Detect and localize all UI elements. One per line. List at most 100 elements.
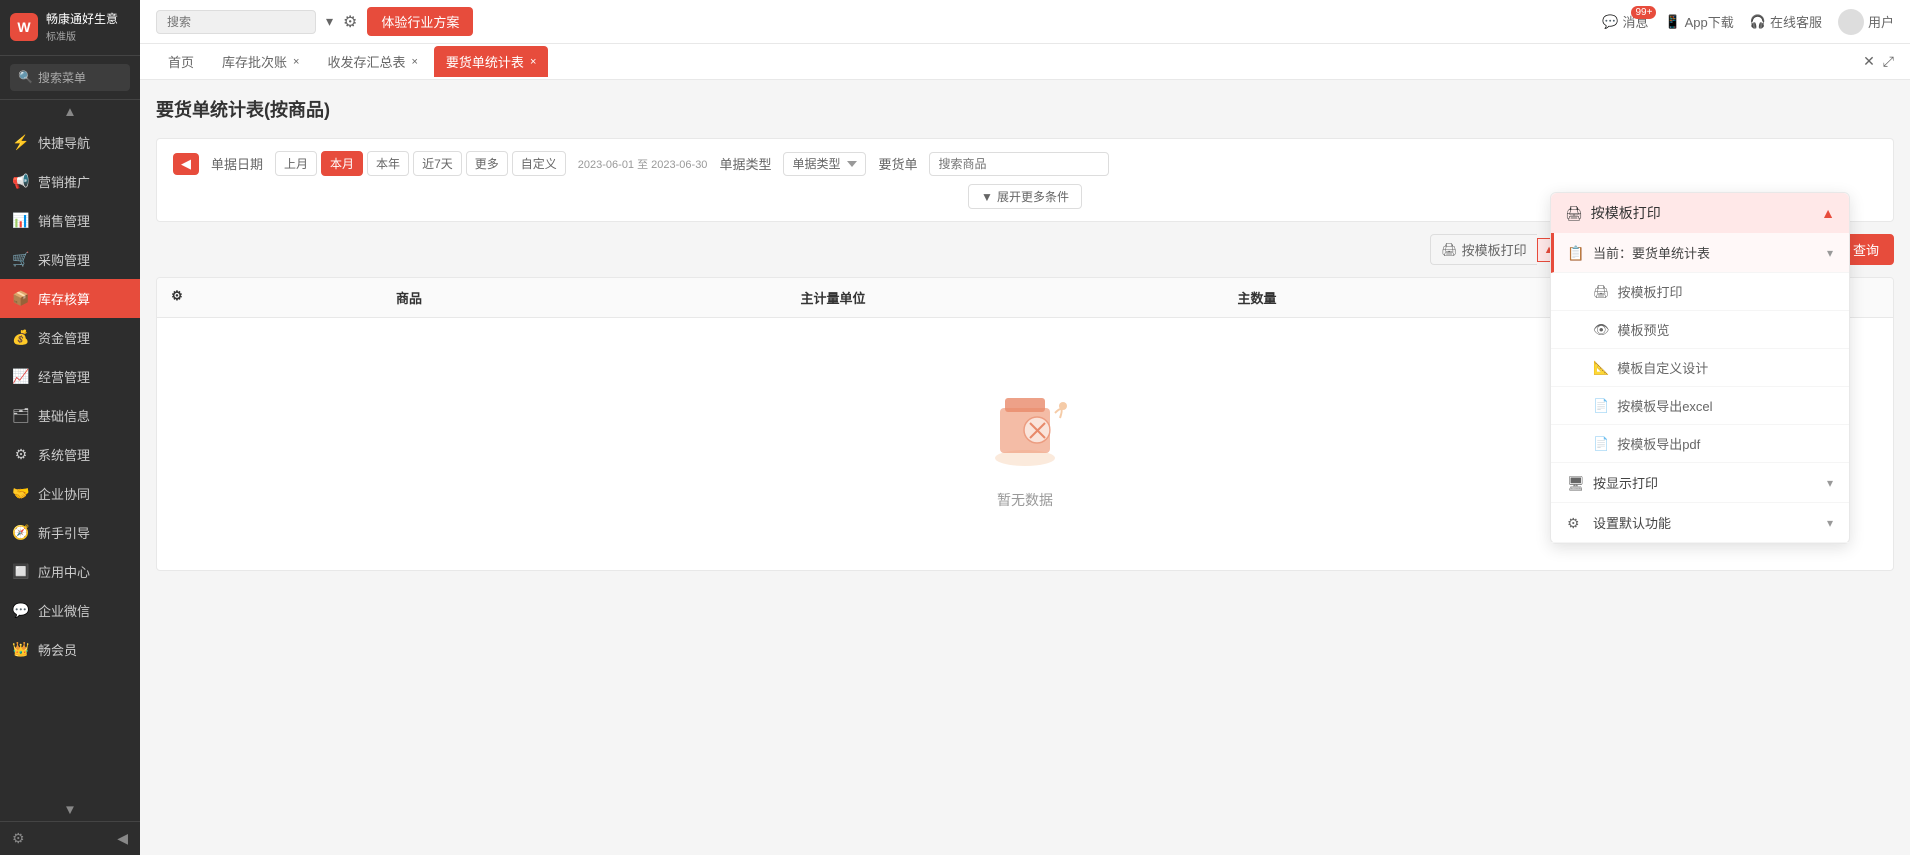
print-btn-group: 🖨 按模板打印 ▲	[1430, 234, 1561, 265]
dropdown-item-display-print[interactable]: 🖥 按显示打印 ▾	[1551, 463, 1849, 503]
sidebar-settings-button[interactable]: ⚙	[12, 830, 25, 847]
template-print-label: 按模板打印	[1618, 282, 1683, 301]
sidebar-item-purchase[interactable]: 🛒 采购管理	[0, 240, 140, 279]
sidebar-scroll-down-button[interactable]: ▼	[0, 798, 140, 821]
tab-maximize-button[interactable]: ⤢	[1883, 53, 1894, 70]
sidebar-search-button[interactable]: 🔍 搜索菜单	[10, 64, 130, 91]
trial-button[interactable]: 体验行业方案	[367, 7, 473, 36]
sidebar-item-sales[interactable]: 📊 销售管理	[0, 201, 140, 240]
date-range-text: 2023-06-01 至 2023-06-30	[578, 156, 708, 172]
dropdown-item-export-pdf[interactable]: 📄 按模板导出pdf	[1551, 425, 1849, 463]
printer-icon-dropdown: 🖨	[1565, 205, 1583, 222]
date-btn-last-month[interactable]: 上月	[275, 151, 317, 176]
display-print-label: 按显示打印	[1593, 473, 1658, 492]
sidebar-item-inventory[interactable]: 📦 库存核算	[0, 279, 140, 318]
expand-label: 展开更多条件	[997, 188, 1069, 205]
close-tab-stock-summary[interactable]: ×	[411, 56, 417, 68]
dropdown-current-item-left: 📋 当前：要货单统计表	[1567, 243, 1710, 262]
dropdown-current-item[interactable]: 📋 当前：要货单统计表 ▾	[1551, 233, 1849, 273]
filter-row-1: ◀ 单据日期 上月 本月 本年 近7天 更多 自定义 2023-06-01 至 …	[173, 151, 1877, 176]
messages-badge: 99+	[1631, 6, 1656, 19]
sidebar-search-area: 🔍 搜索菜单	[0, 56, 140, 100]
goods-input[interactable]	[929, 152, 1109, 176]
doc-type-select[interactable]: 单据类型 要货单	[783, 152, 866, 176]
sidebar-item-member[interactable]: 👑 畅会员	[0, 630, 140, 669]
tabs-bar: 首页 库存批次账 × 收发存汇总表 × 要货单统计表 × ✕ ⤢	[140, 44, 1910, 80]
quick-nav-icon: ⚡	[12, 133, 30, 151]
dropdown-item-set-default[interactable]: ⚙ 设置默认功能 ▾	[1551, 503, 1849, 543]
sidebar-item-marketing[interactable]: 📢 营销推广	[0, 162, 140, 201]
dropdown-title: 🖨 按模板打印	[1565, 203, 1661, 223]
app-download-label: App下载	[1685, 12, 1734, 31]
phone-icon: 📱	[1664, 14, 1680, 30]
date-btn-this-year[interactable]: 本年	[367, 151, 409, 176]
dropdown-item-template-print[interactable]: 🖨 按模板打印	[1551, 273, 1849, 311]
sidebar-item-quick-nav[interactable]: ⚡ 快捷导航	[0, 123, 140, 162]
expand-icon: ▼	[981, 190, 993, 204]
sidebar-item-finance[interactable]: 💰 资金管理	[0, 318, 140, 357]
expand-filter-button[interactable]: ▼ 展开更多条件	[968, 184, 1082, 209]
app-name: 畅康通好生意	[46, 12, 118, 28]
tab-stock-summary[interactable]: 收发存汇总表 ×	[315, 46, 429, 77]
messages-button[interactable]: 💬 消息 99+	[1602, 12, 1648, 31]
topbar-settings-button[interactable]: ⚙	[343, 12, 357, 32]
filter-toggle-button[interactable]: ◀	[173, 153, 199, 175]
close-tab-order-stats[interactable]: ×	[530, 56, 536, 68]
tab-close-window-button[interactable]: ✕	[1863, 53, 1875, 70]
tab-inventory-batch[interactable]: 库存批次账 ×	[210, 46, 311, 77]
headset-icon: 🎧	[1750, 14, 1766, 30]
dropdown-item-template-custom[interactable]: 📐 模板自定义设计	[1551, 349, 1849, 387]
template-preview-icon: 👁	[1593, 322, 1610, 338]
tab-home[interactable]: 首页	[156, 46, 206, 77]
topbar-search-input[interactable]	[156, 10, 316, 34]
user-avatar-area[interactable]: 用户	[1838, 9, 1894, 35]
system-icon: ⚙	[12, 445, 30, 463]
tab-label: 收发存汇总表	[327, 52, 405, 71]
sidebar-item-wechat[interactable]: 💬 企业微信	[0, 591, 140, 630]
sidebar-item-basic[interactable]: 🗂 基础信息	[0, 396, 140, 435]
date-btn-custom[interactable]: 自定义	[512, 151, 566, 176]
display-print-arrow: ▾	[1827, 476, 1833, 490]
sidebar-item-guide[interactable]: 🧭 新手引导	[0, 513, 140, 552]
sidebar: W 畅康通好生意 标准版 🔍 搜索菜单 ▲ ⚡ 快捷导航 📢 营销推广 📊 销售…	[0, 0, 140, 855]
search-icon: 🔍	[18, 70, 33, 84]
th-settings[interactable]: ⚙	[157, 288, 197, 307]
dropdown-close-button[interactable]: ▲	[1821, 205, 1835, 221]
dropdown-item-template-preview[interactable]: 👁 模板预览	[1551, 311, 1849, 349]
display-print-icon: 🖥	[1567, 475, 1583, 491]
template-custom-icon: 📐	[1593, 360, 1609, 376]
message-icon: 💬	[1602, 14, 1618, 30]
app-version: 标准版	[46, 28, 118, 43]
content-area: 要货单统计表(按商品) ◀ 单据日期 上月 本月 本年 近7天 更多 自定义 2…	[140, 80, 1910, 855]
print-dropdown-panel: 🖨 按模板打印 ▲ 📋 当前：要货单统计表 ▾ 🖨 按模板打印 👁	[1550, 192, 1850, 544]
date-btn-7days[interactable]: 近7天	[413, 151, 462, 176]
dropdown-item-export-excel[interactable]: 📄 按模板导出excel	[1551, 387, 1849, 425]
sidebar-collapse-button[interactable]: ◀	[117, 830, 128, 847]
sidebar-item-label: 资金管理	[38, 328, 90, 347]
sidebar-item-system[interactable]: ⚙ 系统管理	[0, 435, 140, 474]
export-excel-label: 按模板导出excel	[1617, 396, 1712, 415]
sidebar-item-apps[interactable]: 🔲 应用中心	[0, 552, 140, 591]
tab-order-stats[interactable]: 要货单统计表 ×	[434, 46, 548, 77]
date-btn-this-month[interactable]: 本月	[321, 151, 363, 176]
th-goods: 商品	[197, 288, 621, 307]
app-download-button[interactable]: 📱 App下载	[1664, 12, 1733, 31]
print-template-button[interactable]: 🖨 按模板打印	[1430, 234, 1537, 265]
purchase-icon: 🛒	[12, 250, 30, 268]
online-service-button[interactable]: 🎧 在线客服	[1750, 12, 1822, 31]
sidebar-item-enterprise[interactable]: 🤝 企业协同	[0, 474, 140, 513]
date-btn-more[interactable]: 更多	[466, 151, 508, 176]
sidebar-item-label: 企业协同	[38, 484, 90, 503]
template-preview-label: 模板预览	[1618, 320, 1670, 339]
empty-illustration	[975, 378, 1075, 478]
sidebar-item-label: 销售管理	[38, 211, 90, 230]
user-avatar	[1838, 9, 1864, 35]
sidebar-scroll-up-button[interactable]: ▲	[0, 100, 140, 123]
close-tab-inventory-batch[interactable]: ×	[293, 56, 299, 68]
sidebar-item-label: 快捷导航	[38, 133, 90, 152]
sidebar-item-operations[interactable]: 📈 经营管理	[0, 357, 140, 396]
page-title: 要货单统计表(按商品)	[156, 96, 1894, 122]
th-unit: 主计量单位	[621, 288, 1045, 307]
current-item-label: 当前：要货单统计表	[1593, 243, 1710, 262]
topbar-dropdown-button[interactable]: ▾	[326, 13, 333, 30]
